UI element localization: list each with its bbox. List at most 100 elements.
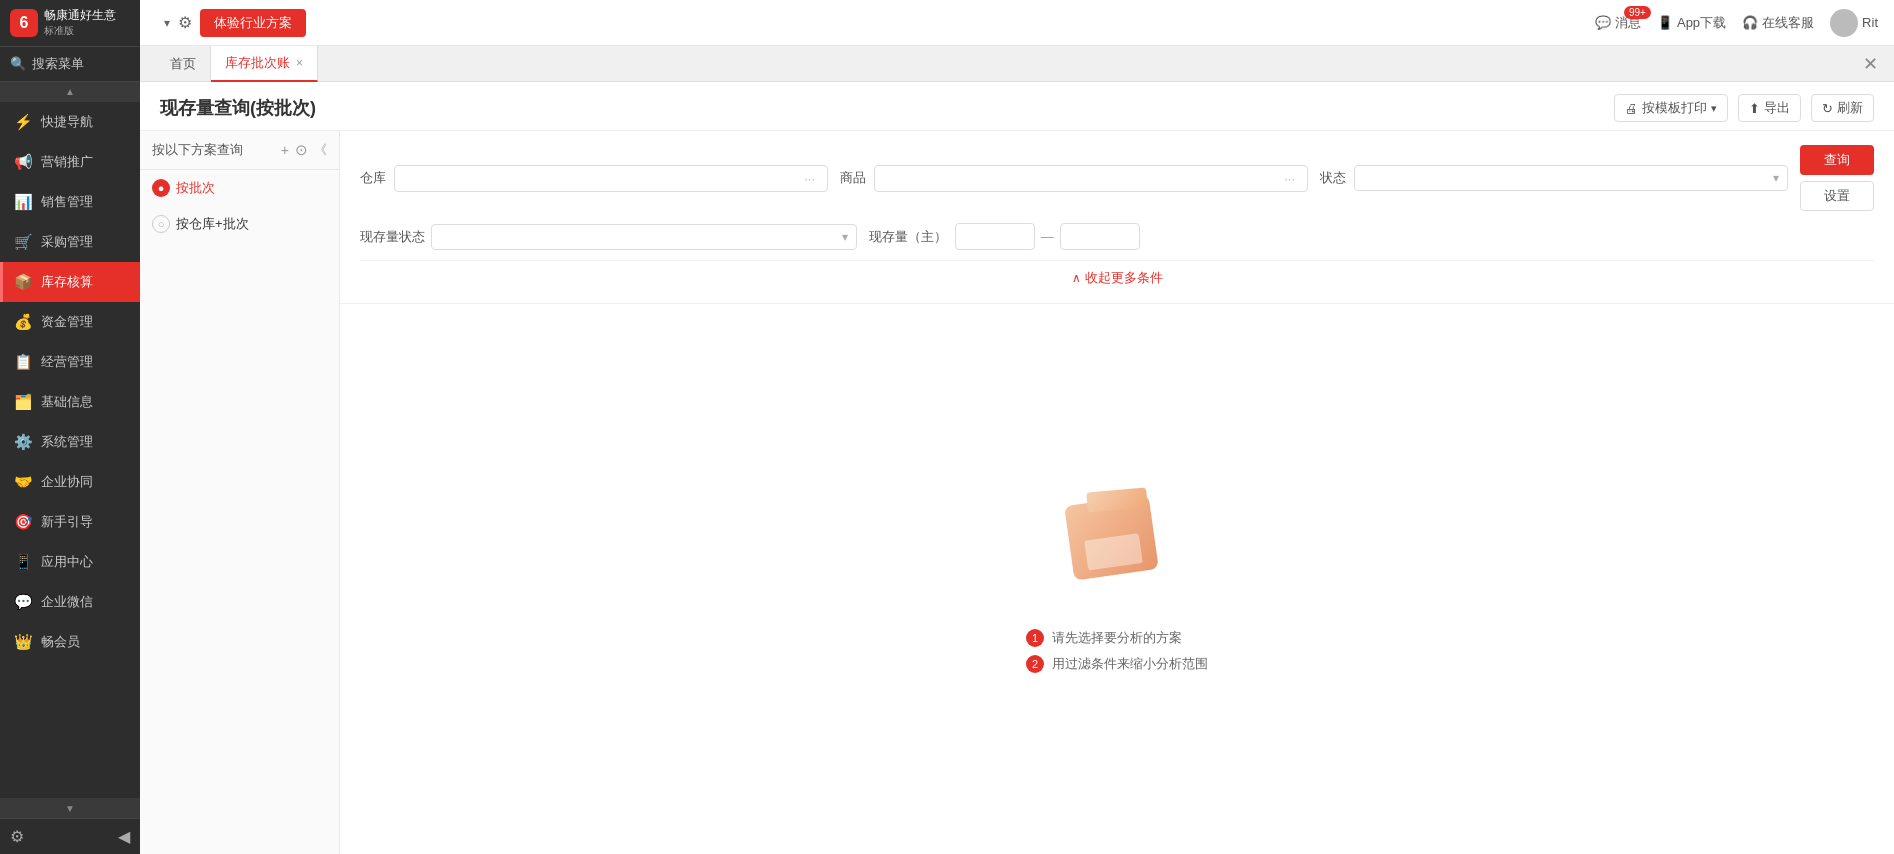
topbar-dropdown-icon[interactable]: ▾: [164, 16, 170, 30]
export-label: 导出: [1764, 99, 1790, 117]
export-btn[interactable]: ⬆ 导出: [1738, 94, 1801, 122]
stock-status-label: 现存量状态: [360, 228, 425, 246]
settings-btn[interactable]: 设置: [1800, 181, 1874, 211]
query-btn[interactable]: 查询: [1800, 145, 1874, 175]
status-select[interactable]: ▾: [1354, 165, 1788, 191]
app-logo-icon: 6: [10, 9, 38, 37]
online-service-btn[interactable]: 🎧 在线客服: [1742, 14, 1814, 32]
sidebar-item-finance[interactable]: 💰 资金管理: [0, 302, 140, 342]
user-avatar[interactable]: Rit: [1830, 9, 1878, 37]
member-icon: 👑: [13, 632, 33, 652]
action-buttons: 查询 设置: [1800, 145, 1874, 211]
filter-row-1: 仓库 ··· 商品 ···: [360, 145, 1874, 211]
collapse-label: 收起更多条件: [1085, 269, 1163, 287]
collapse-btn[interactable]: ∧ 收起更多条件: [1068, 265, 1167, 291]
empty-step-2: 2 用过滤条件来缩小分析范围: [1026, 655, 1208, 673]
sidebar: 6 畅康通好生意 标准版 🔍 搜索菜单 ▲ ⚡ 快捷导航 📢 营销推广 📊 销售…: [0, 0, 140, 854]
filter-row-2: 现存量状态 ▾ 现存量（主） —: [360, 223, 1874, 250]
tab-home[interactable]: 首页: [156, 46, 211, 82]
sidebar-item-marketing[interactable]: 📢 营销推广: [0, 142, 140, 182]
tab-home-label: 首页: [170, 55, 196, 73]
filter-area: 仓库 ··· 商品 ···: [340, 131, 1894, 304]
sidebar-item-operations[interactable]: 📋 经营管理: [0, 342, 140, 382]
app-download-btn[interactable]: 📱 App下载: [1657, 14, 1726, 32]
sidebar-item-quick-nav[interactable]: ⚡ 快捷导航: [0, 102, 140, 142]
tab-inventory-batch[interactable]: 库存批次账 ×: [211, 46, 318, 82]
sidebar-nav: ⚡ 快捷导航 📢 营销推广 📊 销售管理 🛒 采购管理 📦 库存核算 💰 资金管…: [0, 102, 140, 798]
panel-close-btn[interactable]: ✕: [1863, 53, 1878, 75]
sidebar-item-newbie[interactable]: 🎯 新手引导: [0, 502, 140, 542]
collapse-row: ∧ 收起更多条件: [360, 260, 1874, 295]
print-btn[interactable]: 🖨 按模板打印 ▾: [1614, 94, 1728, 122]
scroll-up-btn[interactable]: ▲: [0, 82, 140, 102]
stock-amount-max-input[interactable]: [1060, 223, 1140, 250]
warehouse-dots[interactable]: ···: [800, 171, 819, 186]
sidebar-item-label: 系统管理: [41, 433, 93, 451]
scheme-settings-btn[interactable]: ⊙: [295, 141, 308, 159]
tab-close-icon[interactable]: ×: [296, 56, 303, 70]
sidebar-item-enterprise[interactable]: 🤝 企业协同: [0, 462, 140, 502]
sidebar-item-apps[interactable]: 📱 应用中心: [0, 542, 140, 582]
sidebar-item-member[interactable]: 👑 畅会员: [0, 622, 140, 662]
step-num-1: 1: [1026, 629, 1044, 647]
refresh-btn[interactable]: ↻ 刷新: [1811, 94, 1874, 122]
refresh-label: 刷新: [1837, 99, 1863, 117]
right-panel: 仓库 ··· 商品 ···: [340, 131, 1894, 854]
purchase-icon: 🛒: [13, 232, 33, 252]
warehouse-input-container[interactable]: ···: [394, 165, 828, 192]
collapse-panel-btn[interactable]: 《: [314, 141, 327, 159]
print-dropdown-icon[interactable]: ▾: [1711, 102, 1717, 115]
sidebar-item-label: 新手引导: [41, 513, 93, 531]
basic-icon: 🗂️: [13, 392, 33, 412]
sidebar-item-system[interactable]: ⚙️ 系统管理: [0, 422, 140, 462]
sidebar-item-purchase[interactable]: 🛒 采购管理: [0, 222, 140, 262]
finance-icon: 💰: [13, 312, 33, 332]
sidebar-item-wechat[interactable]: 💬 企业微信: [0, 582, 140, 622]
product-input[interactable]: [883, 171, 1280, 186]
app-download-label: App下载: [1677, 14, 1726, 32]
product-dots[interactable]: ···: [1280, 171, 1299, 186]
online-service-label: 在线客服: [1762, 14, 1814, 32]
empty-step-1-text: 请先选择要分析的方案: [1052, 629, 1182, 647]
sidebar-footer: ⚙ ◀: [0, 818, 140, 854]
scheme-inactive-dot: ○: [152, 215, 170, 233]
product-input-container[interactable]: ···: [874, 165, 1308, 192]
apps-icon: 📱: [13, 552, 33, 572]
message-btn[interactable]: 💬 消息 99+: [1595, 14, 1641, 32]
scroll-down-btn[interactable]: ▼: [0, 798, 140, 818]
footer-settings-icon[interactable]: ⚙: [10, 827, 24, 846]
export-icon: ⬆: [1749, 101, 1760, 116]
avatar: [1830, 9, 1858, 37]
content-area: 现存量查询(按批次) 🖨 按模板打印 ▾ ⬆ 导出 ↻ 刷新: [140, 82, 1894, 854]
topbar-right: 💬 消息 99+ 📱 App下载 🎧 在线客服 Rit: [1595, 9, 1878, 37]
main-panel: ▾ ⚙ 体验行业方案 💬 消息 99+ 📱 App下载 🎧 在线客服 Rit: [140, 0, 1894, 854]
sidebar-item-sales[interactable]: 📊 销售管理: [0, 182, 140, 222]
warehouse-input[interactable]: [403, 171, 800, 186]
trial-button[interactable]: 体验行业方案: [200, 9, 306, 37]
product-filter-group: 商品 ···: [840, 165, 1308, 192]
stock-amount-label: 现存量（主）: [869, 228, 949, 246]
scheme-active-dot: ●: [152, 179, 170, 197]
scheme-by-batch[interactable]: ● 按批次: [140, 170, 339, 206]
sidebar-item-basic[interactable]: 🗂️ 基础信息: [0, 382, 140, 422]
page-title: 现存量查询(按批次): [160, 96, 316, 120]
operations-icon: 📋: [13, 352, 33, 372]
chevron-up-icon: ∧: [1072, 271, 1081, 285]
left-panel-title: 按以下方案查询: [152, 141, 243, 159]
footer-collapse-icon[interactable]: ◀: [118, 827, 130, 846]
sidebar-search[interactable]: 🔍 搜索菜单: [0, 47, 140, 82]
stock-status-select[interactable]: ▾: [431, 224, 857, 250]
sidebar-item-label: 资金管理: [41, 313, 93, 331]
newbie-icon: 🎯: [13, 512, 33, 532]
stock-amount-min-input[interactable]: [955, 223, 1035, 250]
scheme-by-warehouse-batch[interactable]: ○ 按仓库+批次: [140, 206, 339, 242]
empty-step-1: 1 请先选择要分析的方案: [1026, 629, 1208, 647]
page-header: 现存量查询(按批次) 🖨 按模板打印 ▾ ⬆ 导出 ↻ 刷新: [140, 82, 1894, 131]
stock-amount-range: —: [955, 223, 1140, 250]
topbar-settings-icon[interactable]: ⚙: [178, 13, 192, 32]
sidebar-item-inventory[interactable]: 📦 库存核算: [0, 262, 140, 302]
sidebar-item-label: 采购管理: [41, 233, 93, 251]
topbar: ▾ ⚙ 体验行业方案 💬 消息 99+ 📱 App下载 🎧 在线客服 Rit: [140, 0, 1894, 46]
message-icon: 💬: [1595, 15, 1611, 30]
add-scheme-btn[interactable]: +: [281, 142, 289, 158]
